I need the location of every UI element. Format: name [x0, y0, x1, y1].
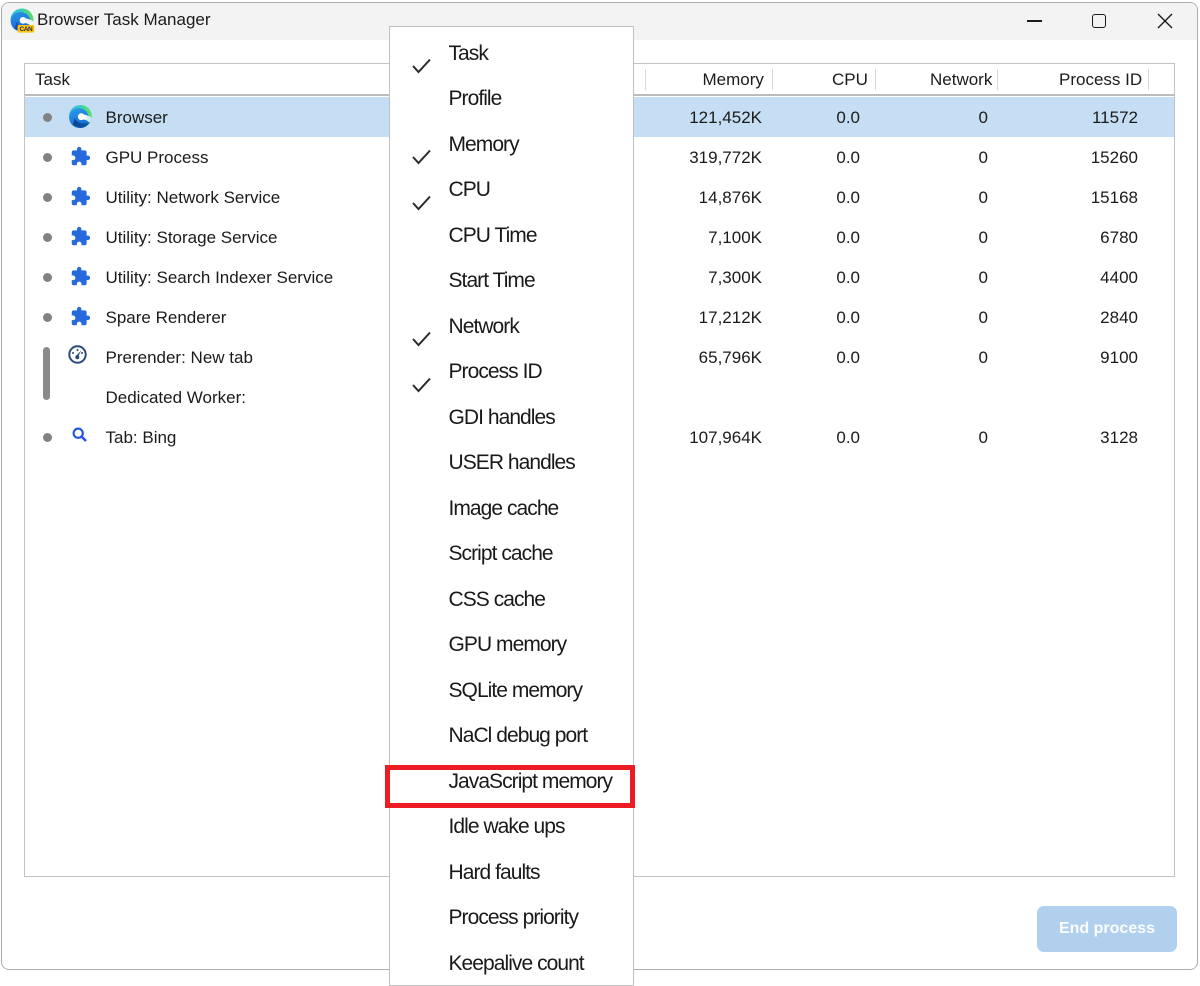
svg-text:CAN: CAN [19, 26, 33, 33]
